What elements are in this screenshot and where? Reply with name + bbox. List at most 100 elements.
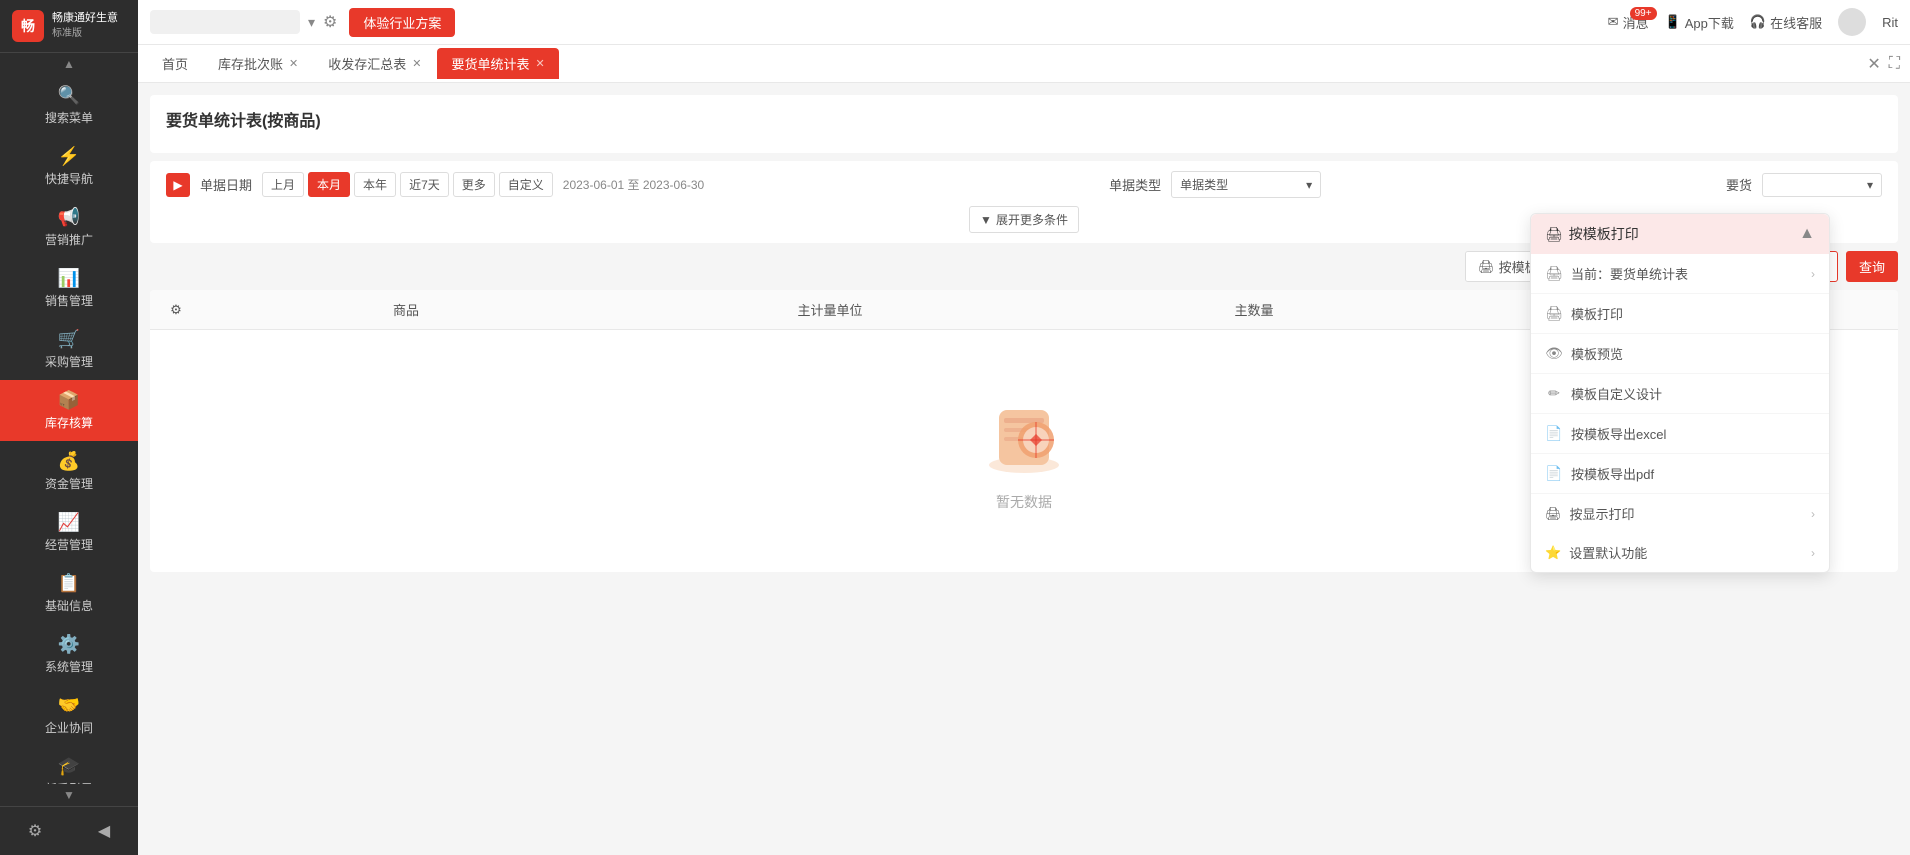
dropdown-item-template-design[interactable]: ✏模板自定义设计 — [1531, 374, 1829, 414]
page-header: 要货单统计表(按商品) — [150, 95, 1898, 153]
printer-icon-header: 🖨 — [1545, 226, 1563, 243]
message-item[interactable]: ✉ 消息 99+ — [1608, 13, 1649, 32]
expand-label: 展开更多条件 — [996, 211, 1068, 228]
empty-illustration — [974, 390, 1074, 480]
date-buttons: 上月本月本年近7天更多自定义 — [262, 172, 553, 197]
logo-name: 畅康通好生意 — [52, 11, 118, 26]
label-template-design: 模板自定义设计 — [1571, 384, 1662, 403]
dropdown-section-display-print[interactable]: 🖨按显示打印› — [1531, 494, 1829, 533]
app-download-item[interactable]: 📱 App下载 — [1665, 13, 1734, 32]
label-template-print: 模板打印 — [1571, 304, 1623, 323]
dropdown-section-default-setting[interactable]: ⭐设置默认功能› — [1531, 533, 1829, 572]
date-btn-本年[interactable]: 本年 — [354, 172, 396, 197]
dropdown-item-template-export-excel[interactable]: 📄按模板导出excel — [1531, 414, 1829, 454]
message-icon: ✉ — [1608, 14, 1619, 30]
topbar-right: ✉ 消息 99+ 📱 App下载 🎧 在线客服 Rit — [1608, 8, 1898, 36]
icon-default-setting: ⭐ — [1545, 545, 1561, 561]
sidebar-item-shortcut[interactable]: ⚡快捷导航 — [0, 136, 138, 197]
nav-label-marketing: 营销推广 — [45, 231, 93, 248]
sidebar-nav: 🔍搜索菜单⚡快捷导航📢营销推广📊销售管理🛒采购管理📦库存核算💰资金管理 📈 经营管理… — [0, 75, 138, 784]
sidebar-item-operation[interactable]: 📈 经营管理 — [0, 502, 138, 563]
expand-conditions-btn[interactable]: ▼ 展开更多条件 — [969, 206, 1079, 233]
tab-inventory-batch[interactable]: 库存批次账✕ — [204, 48, 312, 79]
sidebar-footer: ⚙ ◀ — [0, 806, 138, 855]
order-type-select[interactable]: 单据类型 ▾ — [1171, 171, 1321, 198]
empty-text: 暂无数据 — [996, 492, 1052, 512]
tab-receipt-summary[interactable]: 收发存汇总表✕ — [314, 48, 435, 79]
tab-home[interactable]: 首页 — [148, 48, 202, 79]
tab-close-receipt-summary[interactable]: ✕ — [412, 57, 421, 70]
nav-icon-enterprise: 🤝 — [58, 695, 80, 716]
avatar[interactable] — [1838, 8, 1866, 36]
main-area: ▾ ⚙ 体验行业方案 ✉ 消息 99+ 📱 App下载 🎧 在线客服 Rit 首… — [138, 0, 1910, 855]
sidebar-item-search[interactable]: 🔍搜索菜单 — [0, 75, 138, 136]
maximize-tab-btn[interactable]: ⛶ — [1889, 55, 1900, 73]
filter-toggle-btn[interactable]: ▶ — [166, 173, 190, 197]
dropdown-items: 🖨 模板打印 👁模板预览✏模板自定义设计📄按模板导出excel📄按模板导出pdf — [1531, 294, 1829, 494]
date-btn-本月[interactable]: 本月 — [308, 172, 350, 197]
search-input[interactable] — [150, 10, 300, 34]
sidebar-scroll-down[interactable]: ▼ — [0, 784, 138, 806]
dropdown-current-item[interactable]: 🖨 当前：要货单统计表 › — [1531, 254, 1829, 294]
nav-icon-newguide: 🎓 — [58, 756, 80, 777]
sidebar-scroll-up[interactable]: ▲ — [0, 53, 138, 75]
sidebar-item-enterprise[interactable]: 🤝企业协同 — [0, 685, 138, 746]
date-btn-近7天[interactable]: 近7天 — [400, 172, 449, 197]
sidebar-item-system[interactable]: ⚙️系统管理 — [0, 624, 138, 685]
tab-order-stats[interactable]: 要货单统计表 ✕ — [437, 48, 558, 79]
dropdown-item-template-print[interactable]: 🖨 模板打印 — [1531, 294, 1829, 334]
date-btn-上月[interactable]: 上月 — [262, 172, 304, 197]
close-tab-btn[interactable]: ✕ — [1867, 54, 1880, 74]
icon-display-print: 🖨 — [1545, 506, 1562, 522]
dropdown-close-btn[interactable]: ▲ — [1799, 225, 1815, 243]
tabs-bar: 首页库存批次账✕收发存汇总表✕ 要货单统计表 ✕ ✕ ⛶ — [138, 45, 1910, 83]
chevron-right-icon: ▶ — [173, 178, 182, 192]
search-dropdown-btn[interactable]: ▾ — [308, 14, 315, 31]
icon-template-print: 🖨 — [1545, 305, 1563, 322]
nav-label-basic: 基础信息 — [45, 597, 93, 614]
online-service-item[interactable]: 🎧 在线客服 — [1750, 13, 1822, 32]
date-btn-更多[interactable]: 更多 — [453, 172, 495, 197]
sidebar-item-sales[interactable]: 📊销售管理 — [0, 258, 138, 319]
settings-icon[interactable]: ⚙ — [24, 817, 46, 845]
filter-row: ▶ 单据日期 上月本月本年近7天更多自定义 2023-06-01 至 2023-… — [166, 171, 1882, 198]
date-range-display: 2023-06-01 至 2023-06-30 — [563, 176, 704, 193]
nav-icon-inventory: 📦 — [58, 390, 80, 411]
sidebar-item-newguide[interactable]: 🎓新手引导 — [0, 746, 138, 784]
goods-select[interactable]: ▾ — [1762, 173, 1882, 197]
nav-icon-operation: 📈 — [58, 512, 80, 533]
current-icon: 🖨 — [1545, 265, 1563, 282]
username-label: Rit — [1882, 15, 1898, 30]
date-btn-自定义[interactable]: 自定义 — [499, 172, 553, 197]
nav-icon-basic: 📋 — [58, 573, 80, 594]
print-dropdown-panel: 🖨 按模板打印 ▲ 🖨 当前：要货单统计表 › 🖨 模板打印 👁模板预览✏模板自定义… — [1530, 213, 1830, 573]
nav-label-operation: 经营管理 — [45, 536, 93, 553]
tabs-right-controls: ✕ ⛶ — [1867, 54, 1900, 74]
sidebar: 畅 畅康通好生意 标准版 ▲ 🔍搜索菜单⚡快捷导航📢营销推广📊销售管理🛒采购管理… — [0, 0, 138, 855]
sidebar-item-marketing[interactable]: 📢营销推广 — [0, 197, 138, 258]
label-template-preview: 模板预览 — [1571, 344, 1623, 363]
tab-close-order-stats[interactable]: ✕ — [536, 57, 545, 70]
dropdown-item-template-preview[interactable]: 👁模板预览 — [1531, 334, 1829, 374]
sidebar-logo: 畅 畅康通好生意 标准版 — [0, 0, 138, 53]
sidebar-item-finance[interactable]: 💰资金管理 — [0, 441, 138, 502]
sidebar-item-purchase[interactable]: 🛒采购管理 — [0, 319, 138, 380]
nav-label-search: 搜索菜单 — [45, 109, 93, 126]
dropdown-item-template-export-pdf[interactable]: 📄按模板导出pdf — [1531, 454, 1829, 494]
sidebar-item-inventory[interactable]: 📦库存核算 — [0, 380, 138, 441]
query-btn[interactable]: 查询 — [1846, 251, 1898, 282]
nav-label-finance: 资金管理 — [45, 475, 93, 492]
nav-label-sales: 销售管理 — [45, 292, 93, 309]
sidebar-item-basic[interactable]: 📋 基础信息 — [0, 563, 138, 624]
trial-btn[interactable]: 体验行业方案 — [349, 8, 455, 37]
sound-icon[interactable]: ◀ — [94, 817, 114, 845]
chevron-down-icon-2: ▾ — [1867, 178, 1873, 192]
tab-label-order-stats: 要货单统计表 — [451, 54, 529, 73]
content-area: 要货单统计表(按商品) ▶ 单据日期 上月本月本年近7天更多自定义 2023-0… — [138, 83, 1910, 855]
dropdown-title: 🖨 按模板打印 — [1545, 224, 1639, 244]
nav-label-shortcut: 快捷导航 — [45, 170, 93, 187]
tab-close-inventory-batch[interactable]: ✕ — [289, 57, 298, 70]
goods-filter-label: 要货 — [1726, 175, 1752, 194]
topbar-gear-icon[interactable]: ⚙ — [323, 12, 337, 32]
th-gear[interactable]: ⚙ — [158, 292, 194, 328]
